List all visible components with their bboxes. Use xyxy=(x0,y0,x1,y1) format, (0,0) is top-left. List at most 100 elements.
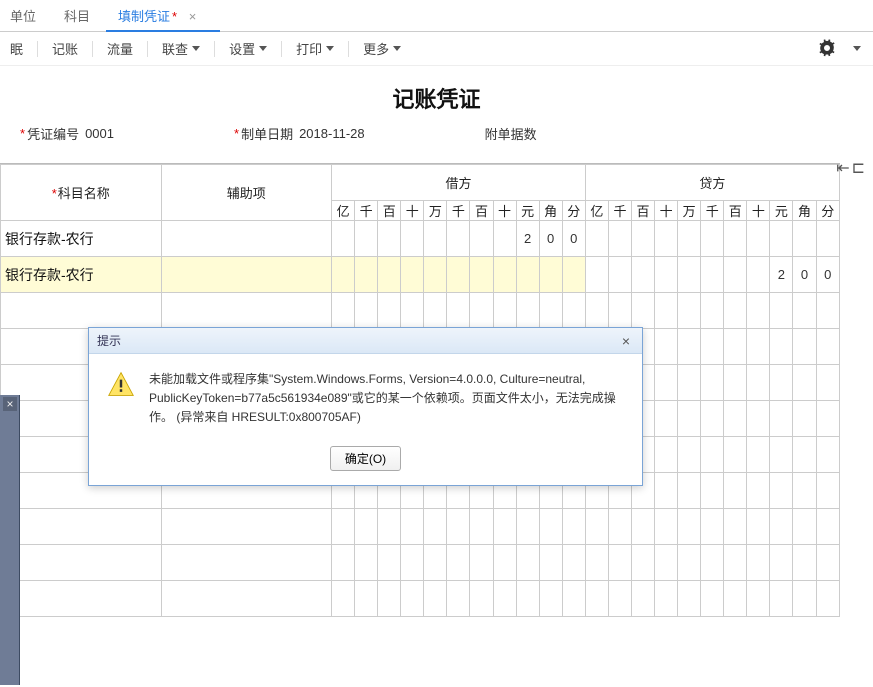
credit-digit[interactable] xyxy=(701,545,724,581)
credit-digit[interactable] xyxy=(816,581,840,617)
debit-digit[interactable] xyxy=(493,545,516,581)
chevron-down-icon[interactable] xyxy=(843,36,867,60)
debit-digit[interactable] xyxy=(539,293,562,329)
acct-cell[interactable]: 银行存款-农行 xyxy=(1,221,162,257)
toolbar-link[interactable]: 联查 xyxy=(160,37,202,60)
credit-digit[interactable] xyxy=(793,545,816,581)
credit-digit[interactable] xyxy=(747,293,770,329)
credit-digit[interactable] xyxy=(793,401,816,437)
credit-digit[interactable] xyxy=(747,401,770,437)
credit-digit[interactable] xyxy=(585,221,608,257)
debit-digit[interactable] xyxy=(470,509,493,545)
credit-digit[interactable] xyxy=(793,365,816,401)
credit-digit[interactable] xyxy=(608,509,631,545)
credit-digit[interactable] xyxy=(655,473,678,509)
credit-digit[interactable] xyxy=(816,473,840,509)
debit-digit[interactable] xyxy=(447,545,470,581)
toolbar-post[interactable]: 记账 xyxy=(50,37,80,60)
debit-digit[interactable] xyxy=(562,293,585,329)
credit-digit[interactable] xyxy=(585,581,608,617)
credit-digit[interactable] xyxy=(701,293,724,329)
credit-digit[interactable] xyxy=(724,401,747,437)
ok-button[interactable]: 确定(O) xyxy=(330,446,401,471)
refresh-icon[interactable] xyxy=(815,36,839,60)
debit-digit[interactable] xyxy=(332,545,355,581)
credit-digit[interactable] xyxy=(655,329,678,365)
aux-cell[interactable] xyxy=(161,581,332,617)
debit-digit[interactable] xyxy=(562,257,585,293)
debit-digit[interactable] xyxy=(424,545,447,581)
credit-digit[interactable] xyxy=(793,293,816,329)
toolbar-flow[interactable]: 流量 xyxy=(105,37,135,60)
debit-digit[interactable] xyxy=(516,257,539,293)
debit-digit[interactable] xyxy=(332,293,355,329)
credit-digit[interactable] xyxy=(770,473,793,509)
debit-digit[interactable] xyxy=(447,257,470,293)
debit-digit[interactable] xyxy=(470,581,493,617)
debit-digit[interactable] xyxy=(516,293,539,329)
tab-voucher[interactable]: 填制凭证* × xyxy=(116,0,198,31)
credit-digit[interactable] xyxy=(747,473,770,509)
toolbar-print[interactable]: 打印 xyxy=(294,37,336,60)
toolbar-settings[interactable]: 设置 xyxy=(227,37,269,60)
acct-cell[interactable] xyxy=(1,509,162,545)
debit-digit[interactable] xyxy=(562,509,585,545)
debit-digit[interactable] xyxy=(355,221,378,257)
debit-digit[interactable] xyxy=(539,545,562,581)
credit-digit[interactable] xyxy=(724,221,747,257)
credit-digit[interactable] xyxy=(793,581,816,617)
toolbar-sleep[interactable]: 眠 xyxy=(8,37,25,60)
credit-digit[interactable] xyxy=(816,365,840,401)
debit-digit[interactable] xyxy=(539,581,562,617)
tab-unit[interactable]: 单位 xyxy=(8,0,38,31)
credit-digit[interactable] xyxy=(747,221,770,257)
aux-cell[interactable] xyxy=(161,221,332,257)
credit-digit[interactable] xyxy=(816,293,840,329)
credit-digit[interactable] xyxy=(747,329,770,365)
debit-digit[interactable] xyxy=(355,581,378,617)
debit-digit[interactable] xyxy=(332,221,355,257)
debit-digit[interactable]: 0 xyxy=(539,221,562,257)
credit-digit[interactable] xyxy=(608,581,631,617)
credit-digit[interactable] xyxy=(770,545,793,581)
debit-digit[interactable] xyxy=(378,257,401,293)
credit-digit[interactable] xyxy=(585,509,608,545)
debit-digit[interactable] xyxy=(447,581,470,617)
debit-digit[interactable] xyxy=(332,257,355,293)
debit-digit[interactable] xyxy=(493,221,516,257)
debit-digit[interactable] xyxy=(355,545,378,581)
debit-digit[interactable] xyxy=(493,257,516,293)
credit-digit[interactable] xyxy=(770,293,793,329)
debit-digit[interactable] xyxy=(516,545,539,581)
credit-digit[interactable] xyxy=(793,329,816,365)
credit-digit[interactable] xyxy=(632,509,655,545)
credit-digit[interactable] xyxy=(701,401,724,437)
debit-digit[interactable] xyxy=(378,545,401,581)
credit-digit[interactable] xyxy=(608,293,631,329)
credit-digit[interactable] xyxy=(816,437,840,473)
credit-digit[interactable] xyxy=(701,437,724,473)
credit-digit[interactable] xyxy=(678,365,701,401)
debit-digit[interactable] xyxy=(401,509,424,545)
credit-digit[interactable] xyxy=(793,221,816,257)
credit-digit[interactable] xyxy=(608,221,631,257)
debit-digit[interactable] xyxy=(493,509,516,545)
credit-digit[interactable]: 2 xyxy=(770,257,793,293)
debit-digit[interactable] xyxy=(355,257,378,293)
acct-cell[interactable] xyxy=(1,581,162,617)
credit-digit[interactable] xyxy=(816,221,840,257)
debit-digit[interactable] xyxy=(562,581,585,617)
voucher-row[interactable]: 银行存款-农行200 xyxy=(1,257,840,293)
credit-digit[interactable] xyxy=(747,257,770,293)
credit-digit[interactable] xyxy=(747,509,770,545)
tab-subject[interactable]: 科目 xyxy=(62,0,92,31)
credit-digit[interactable] xyxy=(632,545,655,581)
credit-digit[interactable] xyxy=(701,221,724,257)
credit-digit[interactable] xyxy=(608,257,631,293)
credit-digit[interactable] xyxy=(632,293,655,329)
credit-digit[interactable] xyxy=(632,581,655,617)
credit-digit[interactable] xyxy=(724,509,747,545)
panel-toggle-icon[interactable]: ⇤ xyxy=(836,158,849,178)
credit-digit[interactable] xyxy=(678,221,701,257)
debit-digit[interactable] xyxy=(332,509,355,545)
